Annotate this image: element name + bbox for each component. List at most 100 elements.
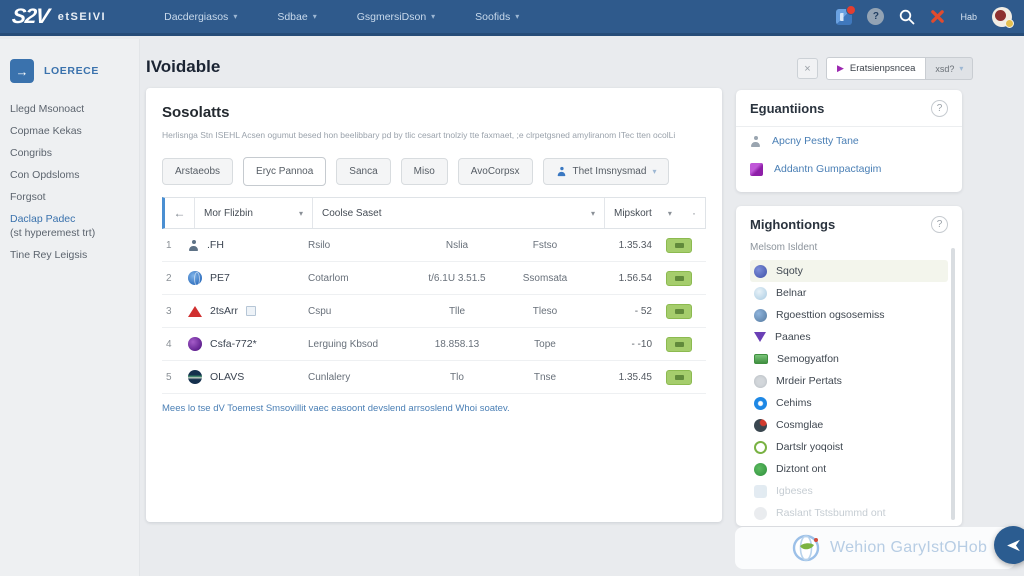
action-glyph-icon bbox=[674, 341, 684, 347]
sidebar-item-1[interactable]: Llegd Msonoact bbox=[10, 103, 139, 115]
list-item-label: Paanes bbox=[775, 331, 811, 343]
blue-dot-icon bbox=[754, 396, 767, 410]
row-cell: Fstso bbox=[532, 239, 558, 251]
chevron-down-icon: ▾ bbox=[515, 12, 520, 21]
equations-panel: Eguantiions ? Apcny Pestty Tane Addantn … bbox=[736, 90, 962, 192]
top-navigation-bar: S2V etSEIVI Dacdergiasos ▾ Sdbae ▾ Gsgme… bbox=[0, 0, 1024, 36]
search-icon[interactable] bbox=[899, 9, 915, 25]
sidebar-item-5[interactable]: Forgsot bbox=[10, 191, 139, 203]
warning-triangle-icon bbox=[188, 305, 202, 317]
integrations-panel: Mighontiongs ? Melsom Isldent Sqoty Beln… bbox=[736, 206, 962, 526]
row-name: OLAVS bbox=[210, 371, 245, 383]
list-item[interactable]: Cosmglae bbox=[750, 414, 948, 436]
list-item[interactable]: Belnar bbox=[750, 282, 948, 304]
row-action-button[interactable] bbox=[666, 270, 692, 286]
external-link-icon bbox=[246, 306, 257, 316]
chevron-down-icon: ▾ bbox=[298, 208, 303, 218]
list-item[interactable]: Sqoty bbox=[750, 260, 948, 282]
sidebar-menu: Llegd Msonoact Copmae Kekas Congribs Con… bbox=[10, 103, 139, 261]
list-item[interactable]: Rgoesttion ogsosemiss bbox=[750, 304, 948, 326]
integration-list: Sqoty Belnar Rgoesttion ogsosemiss Paane… bbox=[750, 260, 948, 524]
purple-globe-icon bbox=[754, 264, 767, 278]
back-button[interactable]: ← bbox=[165, 198, 195, 228]
select-field-3[interactable]: Mipskort ▾ · bbox=[605, 198, 705, 228]
table-row[interactable]: 3 2tsArr Cspu Tlle Tleso - 52 bbox=[162, 295, 706, 328]
sidebar-item-3[interactable]: Congribs bbox=[10, 147, 139, 159]
row-action-button[interactable] bbox=[666, 237, 692, 253]
list-item[interactable]: Cehims bbox=[750, 392, 948, 414]
select-field-1[interactable]: Mor Flizbin ▾ bbox=[195, 198, 313, 228]
row-action-button[interactable] bbox=[666, 336, 692, 352]
help-icon[interactable]: ? bbox=[931, 216, 948, 233]
list-item[interactable]: Raslant Tstsbummd ont bbox=[750, 502, 948, 524]
panel-scrollbar[interactable] bbox=[951, 248, 955, 520]
nav-item-4[interactable]: Soofids ▾ bbox=[475, 11, 519, 23]
table-row[interactable]: 4 Csfa-772* Lerguing Kbsod 18.858.13 Top… bbox=[162, 328, 706, 361]
faded-app-icon bbox=[754, 506, 767, 520]
green-card-icon bbox=[754, 354, 768, 364]
nav-item-3[interactable]: GsgmersiDson ▾ bbox=[357, 11, 435, 23]
close-button[interactable]: × bbox=[797, 58, 818, 79]
table-controls-bar: ← Mor Flizbin ▾ Coolse Saset ▾ Mipskort … bbox=[162, 197, 706, 229]
filter-button-4[interactable]: Miso bbox=[400, 158, 448, 185]
list-item[interactable]: Igbeses bbox=[750, 480, 948, 502]
more-options-icon[interactable]: · bbox=[692, 206, 696, 220]
table-row[interactable]: 5 OLAVS Cunlalery Tlo Tnse 1.35.45 bbox=[162, 361, 706, 394]
row-cell: - 52 bbox=[634, 305, 652, 317]
table-row[interactable]: 1 .FH Rsilo Nslia Fstso 1.35.34 bbox=[162, 229, 706, 262]
green-circle-icon bbox=[754, 462, 767, 476]
list-item[interactable]: Semogyatfon bbox=[750, 348, 948, 370]
card-title: Sosolatts bbox=[162, 104, 230, 121]
filter-button-2[interactable]: Eryc Pannoa bbox=[243, 157, 327, 186]
row-name: .FH bbox=[207, 239, 224, 251]
list-item[interactable]: Dartslr yoqoist bbox=[750, 436, 948, 458]
select-field-2[interactable]: Coolse Saset ▾ bbox=[313, 198, 605, 228]
chevron-down-icon: ▾ bbox=[959, 64, 964, 73]
table-row[interactable]: 2 PE7 Cotarlom t/6.1U 3.51.5 Ssomsata 1.… bbox=[162, 262, 706, 295]
row-cell: Nslia bbox=[445, 239, 469, 251]
row-number: 2 bbox=[166, 272, 172, 284]
run-options-button[interactable]: xsd? ▾ bbox=[926, 57, 974, 80]
list-item-label: Mrdeir Pertats bbox=[776, 375, 842, 387]
nav-item-1[interactable]: Dacdergiasos ▾ bbox=[164, 11, 237, 23]
apps-grid-icon[interactable] bbox=[836, 4, 857, 25]
sidebar-item-4[interactable]: Con Opdsloms bbox=[10, 169, 139, 181]
list-item[interactable]: Diztont ont bbox=[750, 458, 948, 480]
panel-link-item[interactable]: Addantn Gumpactagim bbox=[750, 155, 948, 183]
table-footer-link[interactable]: Mees lo tse dV Toemest Smsovillit vaec e… bbox=[162, 403, 706, 414]
row-action-button[interactable] bbox=[666, 303, 692, 319]
chevron-down-icon: ▾ bbox=[312, 12, 317, 21]
chat-fab-button[interactable] bbox=[994, 526, 1024, 564]
filter-bar: Arstaeobs Eryc Pannoa Sanca Miso AvoCorp… bbox=[162, 157, 706, 186]
row-action-button[interactable] bbox=[666, 369, 692, 385]
run-button[interactable]: ▶ Eratsienpsncea bbox=[826, 57, 927, 80]
row-cell: Lerguing Kbsod bbox=[308, 338, 379, 350]
filter-dropdown-button[interactable]: Thet Imsnysmad ▾ bbox=[542, 158, 670, 185]
list-item-label: Cehims bbox=[776, 397, 812, 409]
chevron-down-icon: ▾ bbox=[667, 208, 672, 218]
user-label: Hab bbox=[960, 11, 977, 22]
chevron-down-icon: ▾ bbox=[652, 167, 657, 176]
sidebar-item-7[interactable]: Tine Rey Leigsis bbox=[10, 249, 139, 261]
nav-item-2[interactable]: Sdbae ▾ bbox=[277, 11, 316, 23]
filter-button-5[interactable]: AvoCorpsx bbox=[457, 158, 533, 185]
sidebar-header[interactable]: → LOERECE bbox=[10, 59, 139, 83]
list-item[interactable]: Paanes bbox=[750, 326, 948, 348]
user-avatar[interactable] bbox=[992, 6, 1014, 28]
sidebar-item-2[interactable]: Copmae Kekas bbox=[10, 125, 139, 137]
help-icon[interactable]: ? bbox=[931, 100, 948, 117]
alert-cross-icon[interactable] bbox=[930, 9, 945, 24]
action-glyph-icon bbox=[674, 242, 684, 248]
list-item[interactable]: Mrdeir Pertats bbox=[750, 370, 948, 392]
panel-link-item[interactable]: Apcny Pestty Tane bbox=[750, 127, 948, 155]
help-icon[interactable]: ? bbox=[867, 8, 885, 25]
chevron-down-icon: ▾ bbox=[233, 12, 238, 21]
sidebar-header-label: LOERECE bbox=[44, 65, 99, 77]
filter-dropdown-label: Thet Imsnysmad bbox=[572, 166, 647, 177]
row-number: 5 bbox=[166, 371, 172, 383]
run-options-label: xsd? bbox=[935, 63, 955, 74]
list-item-label: Igbeses bbox=[776, 485, 813, 497]
sidebar-item-6[interactable]: Daclap Padec bbox=[10, 213, 139, 225]
filter-button-1[interactable]: Arstaeobs bbox=[162, 158, 234, 185]
filter-button-3[interactable]: Sanca bbox=[336, 158, 391, 185]
